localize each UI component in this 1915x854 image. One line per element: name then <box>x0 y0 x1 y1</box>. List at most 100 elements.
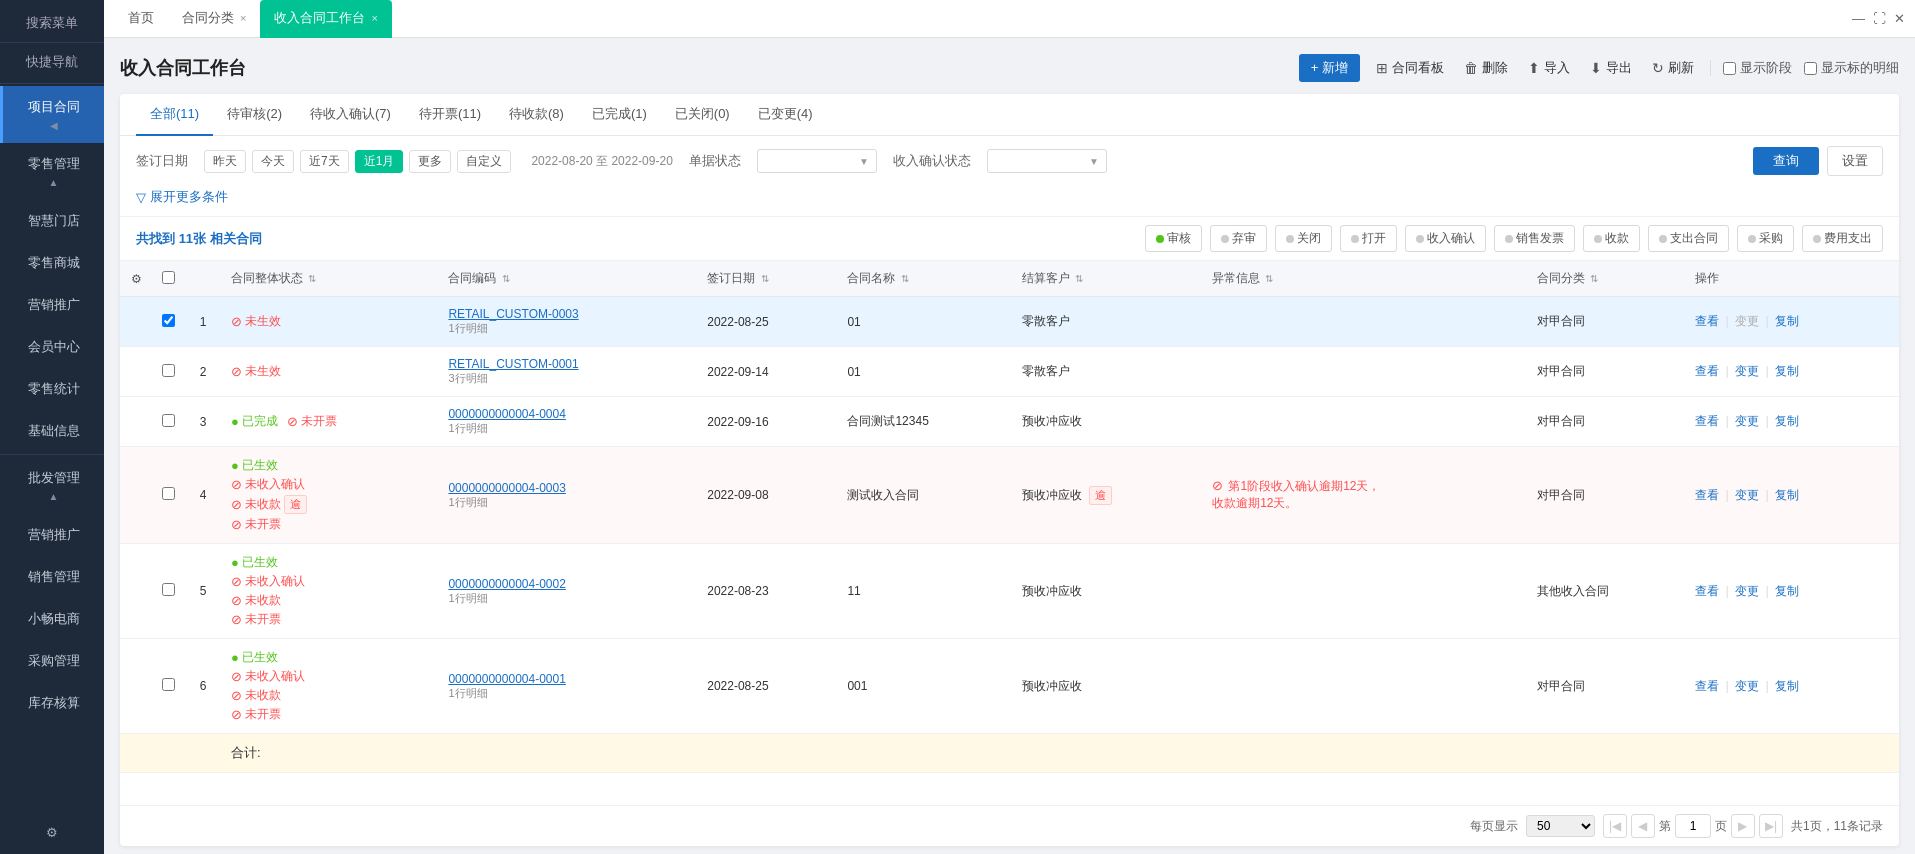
prev-page-btn[interactable]: ◀ <box>1631 814 1655 838</box>
code-link[interactable]: 0000000000004-0001 <box>448 672 565 686</box>
page-input[interactable] <box>1675 814 1711 838</box>
print-btn[interactable]: 打开 <box>1340 225 1397 252</box>
tab-closed[interactable]: 已关闭(0) <box>661 94 744 136</box>
col-sign-date[interactable]: 签订日期 ⇅ <box>697 261 837 297</box>
col-abnormal[interactable]: 异常信息 ⇅ <box>1202 261 1526 297</box>
view-btn[interactable]: 查看 <box>1695 584 1719 598</box>
sidebar-item-retail-mall[interactable]: 零售商城 <box>0 242 104 284</box>
cell-checkbox[interactable] <box>152 397 185 447</box>
change-btn[interactable]: 变更 <box>1735 364 1759 378</box>
tab-pending-income[interactable]: 待收入确认(7) <box>296 94 405 136</box>
kanban-button[interactable]: ⊞ 合同看板 <box>1372 59 1448 77</box>
copy-btn[interactable]: 复制 <box>1775 414 1799 428</box>
col-customer[interactable]: 结算客户 ⇅ <box>1012 261 1202 297</box>
delete-button[interactable]: 🗑 删除 <box>1460 59 1512 77</box>
show-stages-checkbox[interactable]: 显示阶段 <box>1723 59 1792 77</box>
copy-btn[interactable]: 复制 <box>1775 488 1799 502</box>
expense-out-btn[interactable]: 支出合同 <box>1648 225 1729 252</box>
cost-out-btn[interactable]: 费用支出 <box>1802 225 1883 252</box>
close-btn[interactable]: 关闭 <box>1275 225 1332 252</box>
copy-btn[interactable]: 复制 <box>1775 364 1799 378</box>
sidebar-item-member[interactable]: 会员中心 <box>0 326 104 368</box>
sidebar-item-project[interactable]: 项目合同 ◀ <box>0 86 104 143</box>
sidebar-item-smart-store[interactable]: 智慧门店 <box>0 200 104 242</box>
maximize-icon[interactable]: ⛶ <box>1873 11 1886 26</box>
cell-checkbox[interactable] <box>152 347 185 397</box>
tab-contract-type[interactable]: 合同分类 × <box>168 0 260 38</box>
sidebar-quick-nav[interactable]: 快捷导航 <box>0 43 104 81</box>
per-page-select[interactable]: 50 100 200 <box>1526 815 1595 837</box>
col-name[interactable]: 合同名称 ⇅ <box>837 261 1012 297</box>
close-icon[interactable]: ✕ <box>1894 11 1905 26</box>
code-link[interactable]: RETAIL_CUSTOM-0003 <box>448 307 578 321</box>
sidebar-item-retail-stats[interactable]: 零售统计 <box>0 368 104 410</box>
change-btn[interactable]: 变更 <box>1735 414 1759 428</box>
view-btn[interactable]: 查看 <box>1695 314 1719 328</box>
view-btn[interactable]: 查看 <box>1695 679 1719 693</box>
code-link[interactable]: 0000000000004-0002 <box>448 577 565 591</box>
view-btn[interactable]: 查看 <box>1695 488 1719 502</box>
cell-checkbox[interactable] <box>152 544 185 639</box>
refresh-button[interactable]: ↻ 刷新 <box>1648 59 1698 77</box>
purchase-btn[interactable]: 采购 <box>1737 225 1794 252</box>
copy-btn[interactable]: 复制 <box>1775 584 1799 598</box>
sidebar-settings[interactable]: ⚙ <box>0 811 104 854</box>
cell-checkbox[interactable] <box>152 297 185 347</box>
first-page-btn[interactable]: |◀ <box>1603 814 1627 838</box>
cell-checkbox[interactable] <box>152 639 185 734</box>
tab-pending-invoice[interactable]: 待开票(11) <box>405 94 495 136</box>
tab-close-contract-type[interactable]: × <box>240 12 246 24</box>
change-btn[interactable]: 变更 <box>1735 584 1759 598</box>
code-link[interactable]: 0000000000004-0004 <box>448 407 565 421</box>
date-btn-last7[interactable]: 近7天 <box>300 150 349 173</box>
show-details-checkbox[interactable]: 显示标的明细 <box>1804 59 1899 77</box>
sidebar-item-inventory[interactable]: 库存核算 <box>0 682 104 724</box>
col-code[interactable]: 合同编码 ⇅ <box>438 261 697 297</box>
copy-btn[interactable]: 复制 <box>1775 679 1799 693</box>
sidebar-item-marketing2[interactable]: 营销推广 <box>0 514 104 556</box>
set-button[interactable]: 设置 <box>1827 146 1883 176</box>
new-button[interactable]: + 新增 <box>1299 54 1360 82</box>
tab-completed[interactable]: 已完成(1) <box>578 94 661 136</box>
change-btn[interactable]: 变更 <box>1735 679 1759 693</box>
view-btn[interactable]: 查看 <box>1695 414 1719 428</box>
doc-status-select[interactable] <box>757 149 877 173</box>
import-button[interactable]: ⬆ 导入 <box>1524 59 1574 77</box>
select-all-checkbox[interactable] <box>162 271 175 284</box>
income-confirm-select[interactable] <box>987 149 1107 173</box>
tab-close-income-contract[interactable]: × <box>371 12 377 24</box>
sidebar-item-sales-mgmt[interactable]: 销售管理 <box>0 556 104 598</box>
minimize-icon[interactable]: — <box>1852 11 1865 26</box>
code-link[interactable]: RETAIL_CUSTOM-0001 <box>448 357 578 371</box>
sidebar-item-retail-mgmt[interactable]: 零售管理 ▲ <box>0 143 104 200</box>
sales-invoice-btn[interactable]: 销售发票 <box>1494 225 1575 252</box>
sidebar-search[interactable]: 搜索菜单 <box>0 0 104 43</box>
income-confirm-btn[interactable]: 收入确认 <box>1405 225 1486 252</box>
tab-pending-review[interactable]: 待审核(2) <box>213 94 296 136</box>
tab-changed[interactable]: 已变更(4) <box>744 94 827 136</box>
col-type[interactable]: 合同分类 ⇅ <box>1527 261 1685 297</box>
date-btn-more[interactable]: 更多 <box>409 150 451 173</box>
tab-pending-receipt[interactable]: 待收款(8) <box>495 94 578 136</box>
abandon-btn[interactable]: 弃审 <box>1210 225 1267 252</box>
receipt-btn[interactable]: 收款 <box>1583 225 1640 252</box>
view-btn[interactable]: 查看 <box>1695 364 1719 378</box>
sidebar-item-wholesale[interactable]: 批发管理 ▲ <box>0 457 104 514</box>
col-status[interactable]: 合同整体状态 ⇅ <box>221 261 438 297</box>
tab-income-contract[interactable]: 收入合同工作台 × <box>260 0 391 38</box>
query-button[interactable]: 查询 <box>1753 147 1819 175</box>
tab-all[interactable]: 全部(11) <box>136 94 213 136</box>
sidebar-item-basic-info[interactable]: 基础信息 <box>0 410 104 452</box>
date-btn-today[interactable]: 今天 <box>252 150 294 173</box>
date-btn-custom[interactable]: 自定义 <box>457 150 511 173</box>
change-btn[interactable]: 变更 <box>1735 488 1759 502</box>
sidebar-item-xiaochang[interactable]: 小畅电商 <box>0 598 104 640</box>
code-link[interactable]: 0000000000004-0003 <box>448 481 565 495</box>
date-btn-yesterday[interactable]: 昨天 <box>204 150 246 173</box>
expand-conditions-btn[interactable]: ▽ 展开更多条件 <box>136 188 228 206</box>
date-btn-last1month[interactable]: 近1月 <box>355 150 404 173</box>
review-btn[interactable]: 审核 <box>1145 225 1202 252</box>
copy-btn[interactable]: 复制 <box>1775 314 1799 328</box>
cell-checkbox[interactable] <box>152 447 185 544</box>
next-page-btn[interactable]: ▶ <box>1731 814 1755 838</box>
